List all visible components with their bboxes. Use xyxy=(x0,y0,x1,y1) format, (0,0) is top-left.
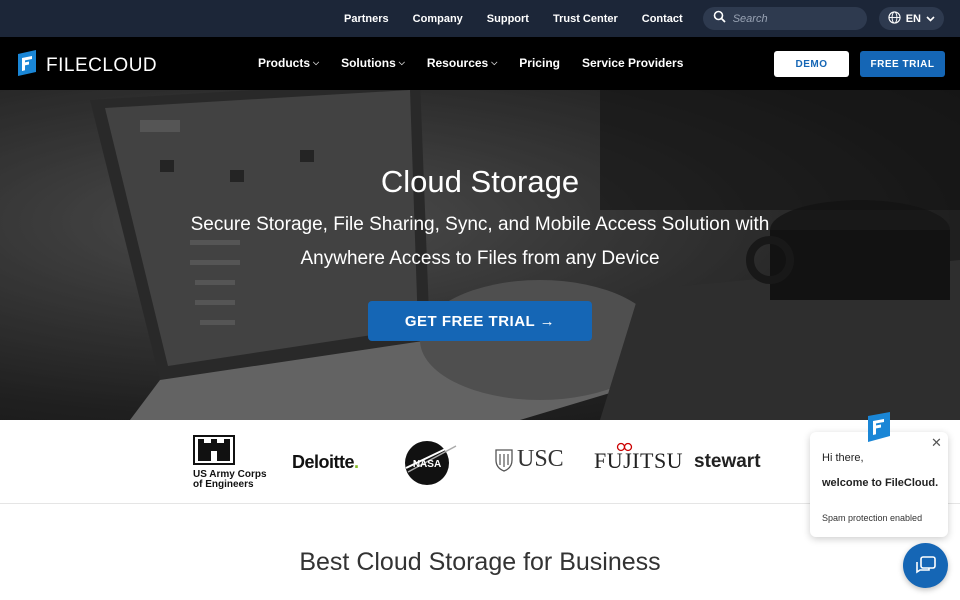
usc-logo: USC xyxy=(495,446,564,473)
utility-links: Partners Company Support Trust Center Co… xyxy=(344,13,683,25)
hero-subtitle-line-1: Secure Storage, File Sharing, Sync, and … xyxy=(190,214,770,235)
hero-subtitle: Secure Storage, File Sharing, Sync, and … xyxy=(160,208,800,276)
nav-item-pricing[interactable]: Pricing xyxy=(519,56,560,70)
nav-item-service-providers[interactable]: Service Providers xyxy=(582,56,683,70)
hero-title: Cloud Storage xyxy=(380,164,580,199)
company-link[interactable]: Company xyxy=(413,13,463,25)
deloitte-wordmark: Deloitte xyxy=(292,452,355,472)
chevron-down-icon xyxy=(926,13,935,25)
top-utility-bar: Partners Company Support Trust Center Co… xyxy=(0,0,960,37)
nasa-wordmark: NASA xyxy=(413,459,441,470)
chevron-down-icon: ⌵ xyxy=(398,58,405,67)
deloitte-logo: Deloitte. xyxy=(292,452,359,473)
search-input[interactable] xyxy=(732,12,853,25)
castle-icon xyxy=(193,435,235,465)
search-icon xyxy=(713,10,726,28)
chevron-down-icon: ⌵ xyxy=(313,58,320,67)
trust-center-link[interactable]: Trust Center xyxy=(553,13,618,25)
chat-spam-note: Spam protection enabled xyxy=(822,513,923,523)
deloitte-dot: . xyxy=(354,452,359,472)
demo-button[interactable]: DEMO xyxy=(774,51,849,77)
support-link[interactable]: Support xyxy=(487,13,529,25)
filecloud-logo[interactable]: FILECLOUD xyxy=(16,49,157,82)
usace-line-2: of Engineers xyxy=(193,479,254,490)
chat-close-icon[interactable]: ✕ xyxy=(931,435,942,451)
stewart-wordmark: stewart xyxy=(694,451,761,472)
stewart-logo: stewart xyxy=(694,451,761,473)
usc-wordmark: USC xyxy=(517,446,564,472)
nav-item-label: Products xyxy=(258,56,311,70)
chat-launcher-button[interactable] xyxy=(903,543,948,588)
nav-item-label: Solutions xyxy=(341,56,396,70)
chat-avatar xyxy=(866,412,892,442)
fujitsu-logo: FUJITSU xyxy=(594,442,683,473)
chat-welcome-message: welcome to FileCloud. xyxy=(822,477,939,489)
chevron-down-icon: ⌵ xyxy=(491,58,498,67)
chat-greeting: Hi there, xyxy=(822,452,864,464)
fujitsu-wordmark: FUJITSU xyxy=(594,448,684,473)
free-trial-button[interactable]: FREE TRIAL xyxy=(860,51,945,77)
hero-subtitle-line-2: Anywhere Access to Files from any Device xyxy=(300,248,660,269)
nav-item-products[interactable]: Products ⌵ xyxy=(258,56,319,70)
get-free-trial-button[interactable]: GET FREE TRIAL → xyxy=(368,301,592,341)
usc-shield-icon xyxy=(495,448,513,472)
nav-item-label: Pricing xyxy=(519,56,560,70)
language-selector[interactable]: EN xyxy=(878,7,944,30)
nav-menu: Products ⌵ Solutions ⌵ Resources ⌵ Prici… xyxy=(258,56,683,70)
filecloud-logo-icon xyxy=(16,49,38,82)
nav-item-solutions[interactable]: Solutions ⌵ xyxy=(341,56,405,70)
filecloud-badge-icon xyxy=(868,412,890,442)
main-navigation: FILECLOUD Products ⌵ Solutions ⌵ Resourc… xyxy=(0,37,960,90)
logo-text: FILECLOUD xyxy=(46,54,158,76)
search-box[interactable] xyxy=(702,7,867,30)
usace-logo: US Army Corps of Engineers xyxy=(193,435,267,490)
hero-banner: Cloud Storage Secure Storage, File Shari… xyxy=(0,90,960,420)
section-heading: Best Cloud Storage for Business xyxy=(299,548,661,576)
contact-link[interactable]: Contact xyxy=(642,13,683,25)
partners-link[interactable]: Partners xyxy=(344,13,389,25)
nasa-logo: NASA xyxy=(402,438,458,491)
nav-item-resources[interactable]: Resources ⌵ xyxy=(427,56,497,70)
nav-item-label: Resources xyxy=(426,56,489,70)
nav-item-label: Service Providers xyxy=(581,56,684,70)
language-label: EN xyxy=(905,12,921,25)
chat-icon xyxy=(915,555,936,573)
globe-icon xyxy=(888,10,901,27)
